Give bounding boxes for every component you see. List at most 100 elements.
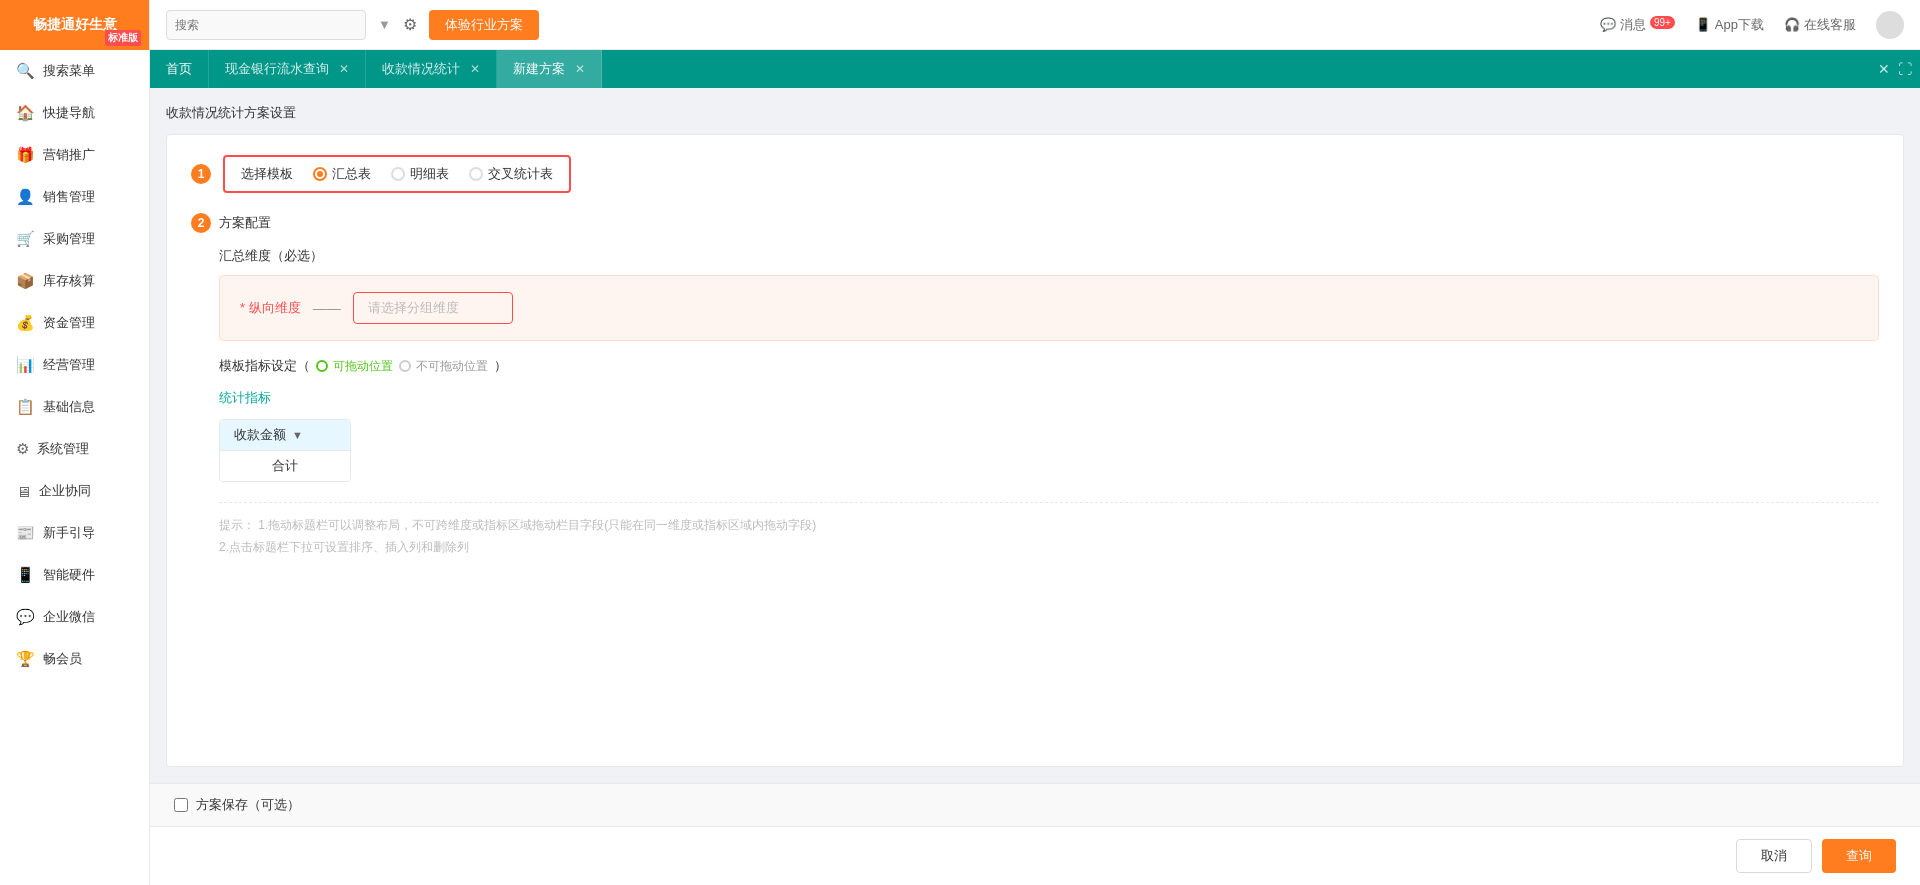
tab-cashflow-label: 现金银行流水查询 bbox=[225, 60, 329, 78]
template-select-box: 选择模板 汇总表 明细表 bbox=[223, 155, 571, 193]
sidebar-item-purchase[interactable]: 🛒 采购管理 bbox=[0, 218, 149, 260]
message-icon: 💬 bbox=[1600, 17, 1616, 32]
app-download-button[interactable]: 📱 App下载 bbox=[1695, 16, 1764, 34]
radio-detail-label: 明细表 bbox=[410, 165, 449, 183]
chart-icon: 📊 bbox=[16, 356, 35, 374]
sidebar-item-sales[interactable]: 👤 销售管理 bbox=[0, 176, 149, 218]
message-label: 消息 bbox=[1620, 16, 1646, 34]
money-icon: 💰 bbox=[16, 314, 35, 332]
hints-section: 提示： 1.拖动标题栏可以调整布局，不可跨维度或指标区域拖动栏目字段(只能在同一… bbox=[219, 502, 1879, 558]
sidebar-item-newguide[interactable]: 📰 新手引导 bbox=[0, 512, 149, 554]
settings-icon[interactable]: ⚙ bbox=[403, 15, 417, 34]
sidebar-item-search[interactable]: 🔍 搜索菜单 bbox=[0, 50, 149, 92]
template-radio-group: 汇总表 明细表 交叉统计表 bbox=[313, 165, 553, 183]
sidebar-item-hardware[interactable]: 📱 智能硬件 bbox=[0, 554, 149, 596]
main-area: ▼ ⚙ 体验行业方案 💬 消息 99+ 📱 App下载 🎧 在线客服 首页 bbox=[150, 0, 1920, 885]
vertical-dimension-label: 纵向维度 bbox=[240, 299, 301, 317]
gear-icon: ⚙ bbox=[16, 440, 29, 458]
download-label: App下载 bbox=[1715, 16, 1764, 34]
sidebar-item-quicknav[interactable]: 🏠 快捷导航 bbox=[0, 92, 149, 134]
sidebar-item-label: 基础信息 bbox=[43, 398, 95, 416]
user-avatar[interactable] bbox=[1876, 11, 1904, 39]
save-checkbox[interactable] bbox=[174, 798, 188, 812]
download-icon: 📱 bbox=[1695, 17, 1711, 32]
online-service-button[interactable]: 🎧 在线客服 bbox=[1784, 16, 1856, 34]
page-title: 收款情况统计方案设置 bbox=[166, 104, 1904, 122]
sidebar-item-inventory[interactable]: 📦 库存核算 bbox=[0, 260, 149, 302]
news-icon: 📰 bbox=[16, 524, 35, 542]
maximize-window-icon[interactable]: ⛶ bbox=[1898, 61, 1912, 77]
indicator-table: 收款金额 ▼ 合计 bbox=[219, 419, 351, 482]
main-card: 1 选择模板 汇总表 明细表 bbox=[166, 134, 1904, 767]
tab-collection-label: 收款情况统计 bbox=[382, 60, 460, 78]
sidebar-item-label: 企业微信 bbox=[43, 608, 95, 626]
fixed-legend: 不可拖动位置 bbox=[399, 358, 488, 375]
radio-cross[interactable]: 交叉统计表 bbox=[469, 165, 553, 183]
sidebar-item-wechat[interactable]: 💬 企业微信 bbox=[0, 596, 149, 638]
tab-cashflow-close[interactable]: ✕ bbox=[339, 62, 349, 76]
sidebar-item-label: 采购管理 bbox=[43, 230, 95, 248]
dimension-select[interactable]: 请选择分组维度 bbox=[353, 292, 513, 324]
monitor-icon: 🖥 bbox=[16, 483, 31, 500]
user-icon: 👤 bbox=[16, 188, 35, 206]
indicator-total-cell: 合计 bbox=[220, 451, 350, 481]
tabs-bar: 首页 现金银行流水查询 ✕ 收款情况统计 ✕ 新建方案 ✕ ✕ ⛶ bbox=[150, 50, 1920, 88]
sidebar: 畅捷通好生意 标准版 🔍 搜索菜单 🏠 快捷导航 🎁 营销推广 👤 销售管理 🛒… bbox=[0, 0, 150, 885]
topbar-right: 💬 消息 99+ 📱 App下载 🎧 在线客服 bbox=[1600, 11, 1904, 39]
cart-icon: 🛒 bbox=[16, 230, 35, 248]
tab-home-label: 首页 bbox=[166, 60, 192, 78]
tab-home[interactable]: 首页 bbox=[150, 50, 209, 88]
sidebar-item-operations[interactable]: 📊 经营管理 bbox=[0, 344, 149, 386]
vertical-dimension-row: 纵向维度 —— 请选择分组维度 bbox=[240, 292, 1858, 324]
cancel-button[interactable]: 取消 bbox=[1736, 839, 1812, 873]
arrow-icon: —— bbox=[313, 300, 341, 316]
sidebar-item-enterprise[interactable]: 🖥 企业协同 bbox=[0, 470, 149, 512]
message-badge: 99+ bbox=[1650, 16, 1675, 29]
logo: 畅捷通好生意 标准版 bbox=[0, 0, 149, 50]
bottom-actions: 取消 查询 bbox=[150, 826, 1920, 885]
query-button[interactable]: 查询 bbox=[1822, 839, 1896, 873]
tab-collection[interactable]: 收款情况统计 ✕ bbox=[366, 50, 497, 88]
industry-solution-button[interactable]: 体验行业方案 bbox=[429, 10, 539, 40]
sidebar-item-marketing[interactable]: 🎁 营销推广 bbox=[0, 134, 149, 176]
hint-text-2: 2.点击标题栏下拉可设置排序、插入列和删除列 bbox=[219, 537, 1879, 559]
fixed-label: 不可拖动位置 bbox=[416, 358, 488, 375]
phone-icon: 📱 bbox=[16, 566, 35, 584]
service-label: 在线客服 bbox=[1804, 16, 1856, 34]
indicator-settings: 模板指标设定（ 可拖动位置 不可拖动位置 ） 统计指标 bbox=[219, 357, 1879, 482]
sidebar-item-label: 新手引导 bbox=[43, 524, 95, 542]
indicator-settings-label: 模板指标设定（ bbox=[219, 357, 310, 375]
close-window-icon[interactable]: ✕ bbox=[1878, 61, 1890, 77]
indicator-header-label: 收款金额 bbox=[234, 426, 286, 444]
chevron-down-icon[interactable]: ▼ bbox=[378, 17, 391, 32]
tab-newplan-close[interactable]: ✕ bbox=[575, 62, 585, 76]
sidebar-item-label: 企业协同 bbox=[39, 482, 91, 500]
sidebar-item-system[interactable]: ⚙ 系统管理 bbox=[0, 428, 149, 470]
dimension-placeholder: 请选择分组维度 bbox=[368, 300, 459, 315]
footer-save: 方案保存（可选） bbox=[150, 783, 1920, 826]
save-label: 方案保存（可选） bbox=[196, 796, 300, 814]
topbar: ▼ ⚙ 体验行业方案 💬 消息 99+ 📱 App下载 🎧 在线客服 bbox=[150, 0, 1920, 50]
logo-badge: 标准版 bbox=[105, 30, 141, 46]
tab-newplan[interactable]: 新建方案 ✕ bbox=[497, 50, 602, 88]
messages-button[interactable]: 💬 消息 99+ bbox=[1600, 16, 1675, 34]
step1-section: 1 选择模板 汇总表 明细表 bbox=[191, 155, 1879, 193]
logo-text: 畅捷通好生意 bbox=[33, 16, 117, 34]
draggable-dot bbox=[316, 360, 328, 372]
tab-cashflow[interactable]: 现金银行流水查询 ✕ bbox=[209, 50, 366, 88]
radio-detail[interactable]: 明细表 bbox=[391, 165, 449, 183]
radio-summary[interactable]: 汇总表 bbox=[313, 165, 371, 183]
sidebar-item-member[interactable]: 🏆 畅会员 bbox=[0, 638, 149, 680]
sidebar-item-basicinfo[interactable]: 📋 基础信息 bbox=[0, 386, 149, 428]
sidebar-item-finance[interactable]: 💰 资金管理 bbox=[0, 302, 149, 344]
indicator-header-cell[interactable]: 收款金额 ▼ bbox=[220, 420, 350, 451]
tab-collection-close[interactable]: ✕ bbox=[470, 62, 480, 76]
sidebar-item-label: 营销推广 bbox=[43, 146, 95, 164]
draggable-legend: 可拖动位置 bbox=[316, 358, 393, 375]
search-input[interactable] bbox=[166, 10, 366, 40]
legend-close-paren: ） bbox=[494, 357, 507, 375]
chevron-down-icon: ▼ bbox=[292, 429, 303, 441]
content-area: 收款情况统计方案设置 1 选择模板 汇总表 bbox=[150, 88, 1920, 783]
box-icon: 📦 bbox=[16, 272, 35, 290]
radio-detail-dot bbox=[391, 167, 405, 181]
